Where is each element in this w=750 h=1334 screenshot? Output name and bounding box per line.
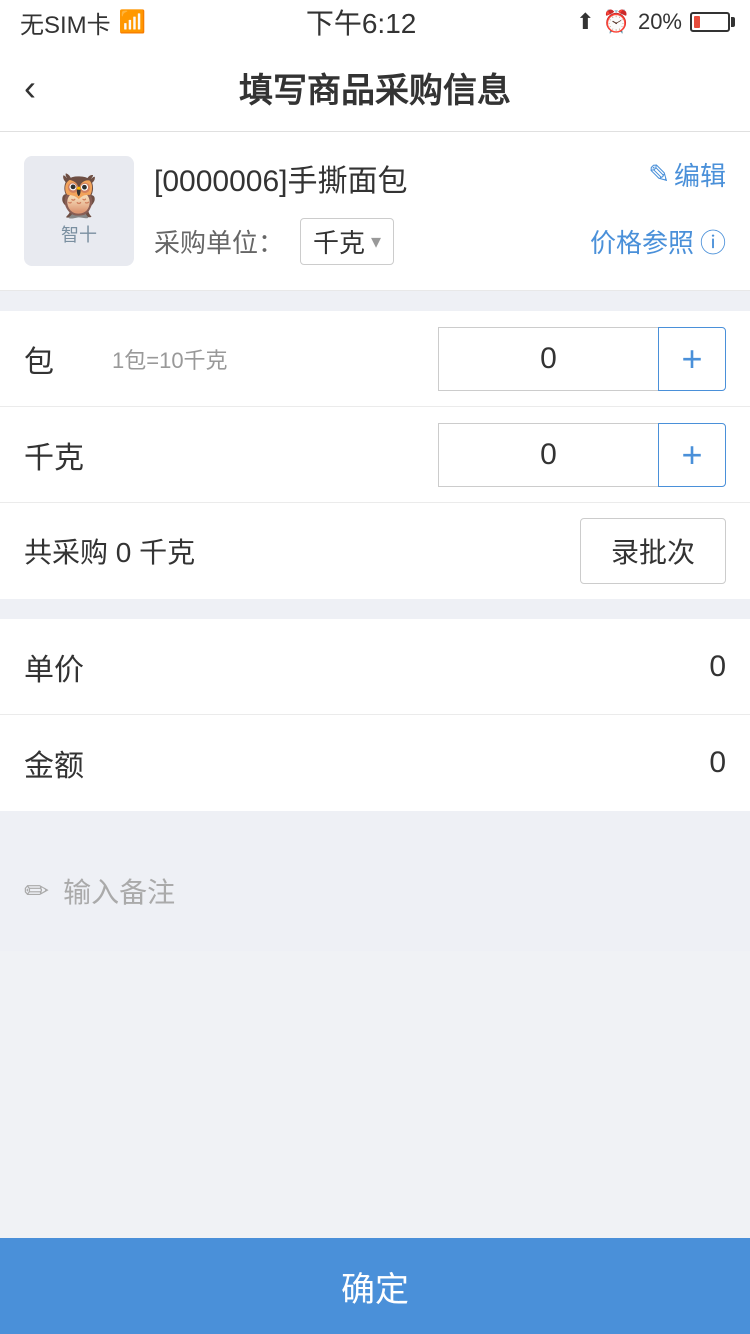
product-name: [0000006]手撕面包 [154, 156, 648, 200]
battery-icon [690, 12, 730, 32]
kg-input-row: 千克 + [0, 407, 750, 503]
kg-label: 千克 [24, 433, 104, 477]
pencil-icon: ✏ [24, 874, 49, 909]
unit-value: 千克 [313, 223, 365, 260]
pack-controls: + [438, 327, 726, 391]
product-info: [0000006]手撕面包 ✎ 编辑 采购单位： 千克 ▾ 价格参照 ⓘ [154, 156, 726, 265]
product-unit-row: 采购单位： 千克 ▾ 价格参照 ⓘ [154, 218, 726, 265]
amount-label: 金额 [24, 741, 84, 785]
pack-sub-label: 1包=10千克 [112, 343, 228, 375]
pack-input-row: 包 1包=10千克 + [0, 311, 750, 407]
summary-unit: 千克 [139, 537, 195, 568]
unit-price-row: 单价 0 [0, 619, 750, 715]
unit-selector[interactable]: 千克 ▾ [300, 218, 394, 265]
notes-placeholder: 输入备注 [63, 871, 175, 911]
battery-percent: 20% [638, 9, 682, 35]
carrier-text: 无SIM卡 [20, 5, 111, 40]
input-section: 包 1包=10千克 + 千克 + [0, 311, 750, 503]
summary-row: 共采购 0 千克 录批次 [0, 503, 750, 599]
summary-section: 共采购 0 千克 录批次 [0, 503, 750, 599]
summary-text: 共采购 0 千克 [24, 531, 195, 571]
amount-row: 金额 0 [0, 715, 750, 811]
info-icon: ⓘ [700, 223, 726, 260]
kg-input[interactable] [438, 423, 658, 487]
status-bar-time: 下午6:12 [306, 2, 417, 42]
section-divider-2 [0, 599, 750, 619]
kg-controls: + [438, 423, 726, 487]
edit-label: 编辑 [674, 156, 726, 193]
pack-input[interactable] [438, 327, 658, 391]
edit-icon: ✎ [648, 159, 670, 190]
pack-plus-button[interactable]: + [658, 327, 726, 391]
price-reference-button[interactable]: 价格参照 ⓘ [590, 223, 726, 260]
wifi-icon: 📶 [119, 9, 146, 35]
confirm-button[interactable]: 确定 [0, 1238, 750, 1334]
product-logo-text: 智十 [61, 221, 97, 247]
confirm-label: 确定 [341, 1262, 409, 1311]
status-bar-right: ⬆ ⏰ 20% [576, 9, 730, 35]
status-bar-left: 无SIM卡 📶 [20, 5, 146, 40]
location-icon: ⬆ [576, 9, 594, 35]
status-bar: 无SIM卡 📶 下午6:12 ⬆ ⏰ 20% [0, 0, 750, 44]
price-section: 单价 0 金额 0 [0, 619, 750, 811]
amount-value: 0 [709, 746, 726, 780]
nav-bar: ‹ 填写商品采购信息 [0, 44, 750, 132]
section-divider-3 [0, 811, 750, 831]
alarm-icon: ⏰ [603, 9, 630, 35]
unit-label: 采购单位： [154, 223, 284, 260]
chevron-down-icon: ▾ [371, 229, 381, 254]
notes-section[interactable]: ✏ 输入备注 [0, 831, 750, 951]
product-header: [0000006]手撕面包 ✎ 编辑 [154, 156, 726, 200]
product-image: 🦉 智十 [24, 156, 134, 266]
section-divider-1 [0, 291, 750, 311]
unit-price-label: 单价 [24, 645, 84, 689]
page-title: 填写商品采购信息 [239, 63, 511, 112]
price-ref-label: 价格参照 [590, 223, 694, 260]
product-card: 🦉 智十 [0000006]手撕面包 ✎ 编辑 采购单位： 千克 ▾ [0, 132, 750, 291]
kg-plus-button[interactable]: + [658, 423, 726, 487]
back-button[interactable]: ‹ [24, 67, 36, 109]
batch-button[interactable]: 录批次 [580, 518, 726, 584]
pack-label: 包 [24, 337, 104, 381]
edit-button[interactable]: ✎ 编辑 [648, 156, 726, 193]
summary-amount: 0 [116, 537, 132, 568]
product-logo-owl: 🦉 [53, 175, 105, 217]
unit-price-value: 0 [709, 650, 726, 684]
